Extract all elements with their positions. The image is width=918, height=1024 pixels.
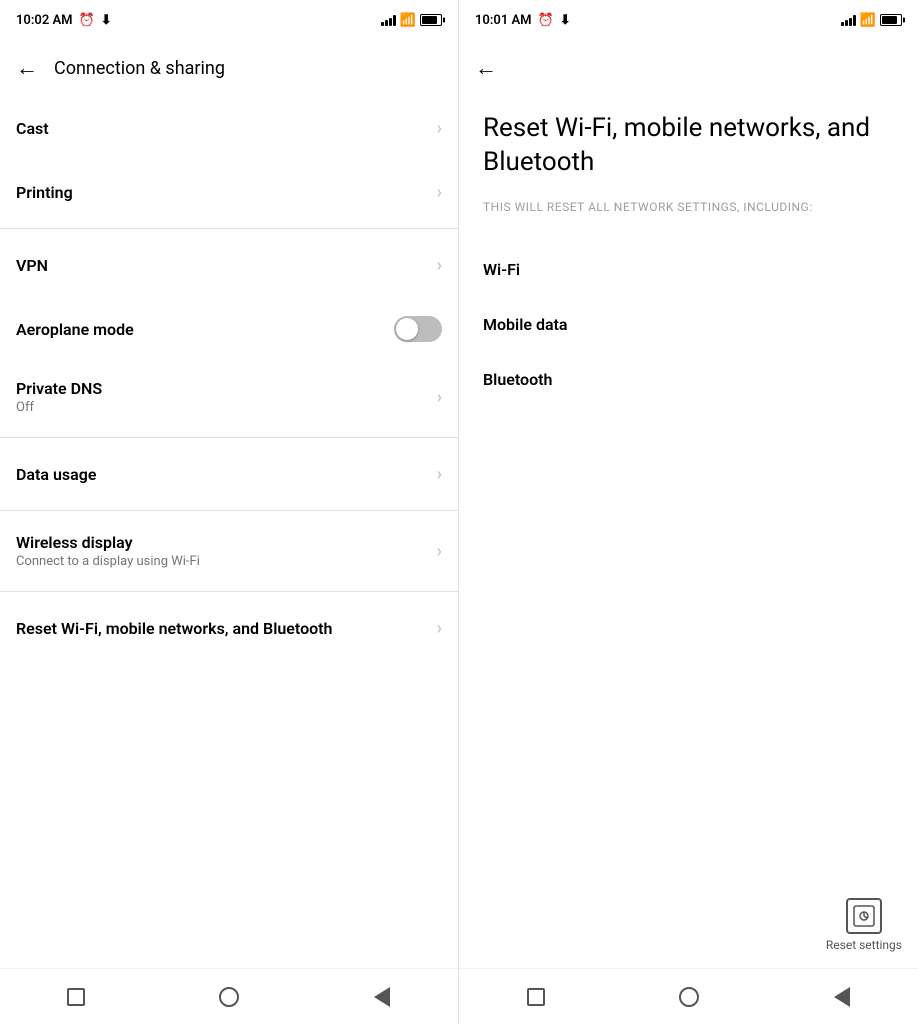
private-dns-subtitle: Off [16,400,102,415]
reset-item-mobile-data: Mobile data [483,297,894,352]
right-wifi-icon: 📶 [860,13,876,28]
right-status-left: 10:01 AM ⏰ ⬇ [475,13,571,28]
divider-after-printing [0,228,458,229]
data-usage-title: Data usage [16,465,96,484]
left-alarm-icon: ⏰ [79,13,95,28]
settings-item-private-dns[interactable]: Private DNS Off › [0,361,458,433]
reset-item-bluetooth: Bluetooth [483,352,894,407]
settings-item-vpn[interactable]: VPN › [0,233,458,297]
reset-subtitle: THIS WILL RESET ALL NETWORK SETTINGS, IN… [483,200,894,214]
aeroplane-title: Aeroplane mode [16,320,134,339]
data-usage-chevron: › [437,464,442,485]
private-dns-title: Private DNS [16,379,102,398]
aeroplane-toggle[interactable] [394,316,442,342]
reset-wifi-chevron: › [437,618,442,639]
right-nav-circle-icon [679,987,699,1007]
right-nav-square-icon [527,988,545,1006]
right-status-bar: 10:01 AM ⏰ ⬇ 📶 91 [459,0,918,40]
right-battery-icon: 91 [880,14,902,26]
left-nav-recents[interactable] [56,977,96,1017]
left-settings-list: Cast › Printing › VPN › Aeroplane mode [0,96,458,968]
left-wifi-icon: 📶 [400,13,416,28]
left-nav-home[interactable] [209,977,249,1017]
settings-item-wireless-display[interactable]: Wireless display Connect to a display us… [0,515,458,587]
left-status-bar: 10:02 AM ⏰ ⬇ 📶 91 [0,0,458,40]
reset-settings-label: Reset settings [826,938,902,952]
printing-chevron: › [437,182,442,203]
right-nav-home[interactable] [669,977,709,1017]
right-phone-panel: 10:01 AM ⏰ ⬇ 📶 91 ← Reset Wi-Fi, mobile … [459,0,918,1024]
wireless-display-subtitle: Connect to a display using Wi-Fi [16,554,200,569]
right-nav-bar [459,968,918,1024]
left-back-button[interactable]: ← [16,55,38,81]
right-alarm-icon: ⏰ [538,13,554,28]
aeroplane-toggle-knob [396,318,418,340]
left-toolbar: ← Connection & sharing [0,40,458,96]
settings-item-aeroplane[interactable]: Aeroplane mode [0,297,458,361]
left-status-right: 📶 91 [381,13,442,28]
settings-item-cast[interactable]: Cast › [0,96,458,160]
left-nav-square-icon [67,988,85,1006]
left-battery-label: 91 [421,16,441,25]
reset-content: Reset Wi-Fi, mobile networks, and Blueto… [459,96,918,882]
settings-item-reset-wifi[interactable]: Reset Wi-Fi, mobile networks, and Blueto… [0,596,458,660]
divider-after-private-dns [0,437,458,438]
right-nav-triangle-icon [834,987,850,1007]
wireless-display-title: Wireless display [16,533,200,552]
vpn-chevron: › [437,255,442,276]
cast-title: Cast [16,119,49,138]
reset-item-wifi: Wi-Fi [483,242,894,297]
left-nav-circle-icon [219,987,239,1007]
settings-item-data-usage[interactable]: Data usage › [0,442,458,506]
left-signal-icon [381,14,396,26]
right-download-icon: ⬇ [560,13,571,28]
right-nav-recents[interactable] [516,977,556,1017]
left-time: 10:02 AM [16,13,73,28]
divider-after-wireless-display [0,591,458,592]
reset-page-title: Reset Wi-Fi, mobile networks, and Blueto… [483,112,894,180]
printing-title: Printing [16,183,73,202]
vpn-title: VPN [16,256,48,275]
right-nav-back[interactable] [822,977,862,1017]
reset-settings-button[interactable]: Reset settings [826,898,902,952]
cast-chevron: › [437,118,442,139]
reset-wifi-title: Reset Wi-Fi, mobile networks, and Blueto… [16,619,332,638]
reset-footer: Reset settings [459,882,918,968]
aeroplane-toggle-container [394,316,442,342]
left-page-title: Connection & sharing [54,58,225,79]
right-signal-icon [841,14,856,26]
settings-item-printing[interactable]: Printing › [0,160,458,224]
right-back-button[interactable]: ← [475,55,497,81]
left-battery-icon: 91 [420,14,442,26]
right-toolbar: ← [459,40,918,96]
left-nav-back[interactable] [362,977,402,1017]
left-download-icon: ⬇ [101,13,112,28]
right-battery-label: 91 [881,16,901,25]
right-status-right: 📶 91 [841,13,902,28]
left-phone-panel: 10:02 AM ⏰ ⬇ 📶 91 ← Connection & sharing [0,0,459,1024]
private-dns-chevron: › [437,387,442,408]
wireless-display-chevron: › [437,541,442,562]
left-nav-triangle-icon [374,987,390,1007]
left-nav-bar [0,968,458,1024]
left-status-left: 10:02 AM ⏰ ⬇ [16,13,112,28]
reset-settings-icon [853,905,875,927]
reset-icon [846,898,882,934]
right-time: 10:01 AM [475,13,532,28]
divider-after-data-usage [0,510,458,511]
